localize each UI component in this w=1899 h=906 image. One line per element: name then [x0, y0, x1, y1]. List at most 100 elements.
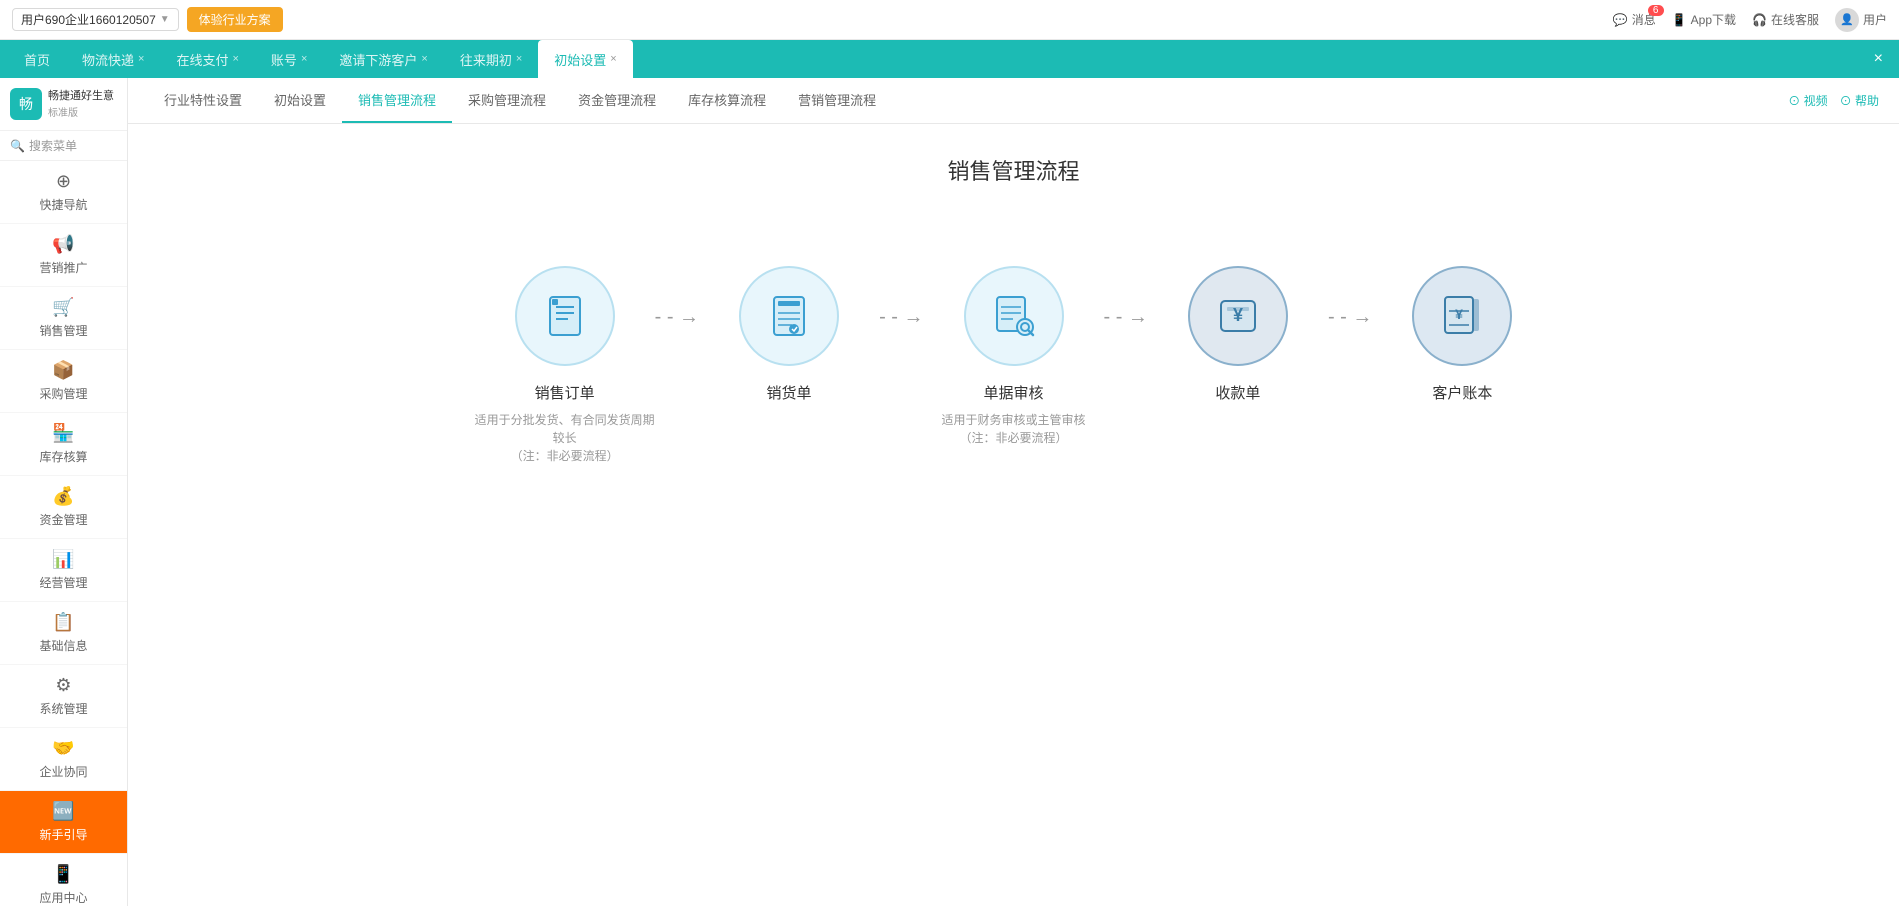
apps-icon: 📱: [52, 864, 74, 885]
account-icon: ¥: [1437, 291, 1487, 341]
flow-name-audit: 单据审核: [983, 382, 1043, 403]
user-profile-item[interactable]: 👤 用户: [1835, 8, 1887, 32]
tab-home-label: 首页: [24, 50, 50, 69]
nav-tabs: 首页 物流快递 × 在线支付 × 账号 × 邀请下游客户 × 往来期初 × 初始…: [0, 40, 1899, 78]
user-selector[interactable]: 用户690企业1660120507 ▼: [12, 8, 179, 31]
sidebar-item-sales[interactable]: 🛒 销售管理: [0, 287, 127, 350]
sidebar-item-label: 经营管理: [39, 574, 87, 591]
sidebar-item-finance[interactable]: 💰 资金管理: [0, 476, 127, 539]
tab-logistics[interactable]: 物流快递 ×: [66, 40, 160, 78]
sidebar-item-marketing[interactable]: 📢 营销推广: [0, 224, 127, 287]
message-icon: 💬: [1613, 13, 1628, 27]
flow-arrow-1: - - →: [655, 266, 699, 329]
enterprise-icon: 🤝: [52, 738, 74, 759]
top-bar: 用户690企业1660120507 ▼ 体验行业方案 💬 消息 6 📱 App下…: [0, 0, 1899, 40]
sidebar-item-guide[interactable]: 🆕 新手引导: [0, 791, 127, 854]
subtab-inventory-flow[interactable]: 库存核算流程: [672, 78, 782, 123]
app-download-item[interactable]: 📱 App下载: [1672, 11, 1736, 28]
message-item[interactable]: 💬 消息 6: [1613, 11, 1656, 28]
finance-icon: 💰: [52, 486, 74, 507]
app-download-label: App下载: [1691, 11, 1736, 28]
video-link[interactable]: ⊙ 视频: [1788, 92, 1827, 109]
tab-setup[interactable]: 初始设置 ×: [538, 40, 632, 78]
search-icon: 🔍: [10, 139, 25, 153]
subtab-actions: ⊙ 视频 ⊙ 帮助: [1788, 92, 1879, 109]
page-content: 销售管理流程 销售订单 适用于分批发货、有合同: [128, 124, 1899, 515]
sub-tabs: 行业特性设置 初始设置 销售管理流程 采购管理流程 资金管理流程 库存核算流程 …: [128, 78, 1899, 124]
tab-payment[interactable]: 在线支付 ×: [160, 40, 254, 78]
subtab-sales-flow[interactable]: 销售管理流程: [342, 78, 452, 123]
guide-icon: 🆕: [52, 801, 74, 822]
basic-icon: 📋: [52, 612, 74, 633]
tab-payment-close[interactable]: ×: [232, 53, 238, 65]
sidebar-logo: 畅 畅捷通好生意 标准版: [0, 78, 127, 131]
sidebar-item-label: 企业协同: [39, 763, 87, 780]
download-icon: 📱: [1672, 13, 1687, 27]
page-title: 销售管理流程: [168, 154, 1859, 186]
sidebar-item-label: 快捷导航: [39, 196, 87, 213]
sidebar-item-label: 营销推广: [39, 259, 87, 276]
flow-arrow-4: - - →: [1328, 266, 1372, 329]
sidebar-search-label: 搜索菜单: [29, 137, 77, 154]
chevron-down-icon: ▼: [160, 14, 170, 25]
sidebar-item-label: 应用中心: [39, 889, 87, 906]
subtab-purchase-flow[interactable]: 采购管理流程: [452, 78, 562, 123]
sidebar-item-label: 新手引导: [39, 826, 87, 843]
user-name-label: 用户: [1863, 11, 1887, 28]
tab-account-close[interactable]: ×: [301, 53, 307, 65]
subtab-finance-flow[interactable]: 资金管理流程: [562, 78, 672, 123]
sidebar-item-label: 基础信息: [39, 637, 87, 654]
close-all-tabs[interactable]: ×: [1866, 50, 1891, 68]
subtab-purchase-flow-label: 采购管理流程: [468, 93, 546, 108]
sidebar-item-purchase[interactable]: 📦 采购管理: [0, 350, 127, 413]
operation-icon: 📊: [52, 549, 74, 570]
tab-home[interactable]: 首页: [8, 40, 66, 78]
sidebar-item-label: 库存核算: [39, 448, 87, 465]
main-layout: 畅 畅捷通好生意 标准版 🔍 搜索菜单 ⊕ 快捷导航 📢 营销推广 🛒 销售管理…: [0, 78, 1899, 906]
flow-desc-order: 适用于分批发货、有合同发货周期较长（注：非必要流程）: [475, 411, 655, 465]
avatar: 👤: [1835, 8, 1859, 32]
inventory-icon: 🏪: [52, 423, 74, 444]
message-badge: 6: [1648, 5, 1664, 16]
sidebar-item-basic[interactable]: 📋 基础信息: [0, 602, 127, 665]
sidebar-item-operation[interactable]: 📊 经营管理: [0, 539, 127, 602]
headset-icon: 🎧: [1752, 13, 1767, 27]
order-icon: [540, 291, 590, 341]
tab-setup-label: 初始设置: [554, 50, 606, 69]
sales-icon: 🛒: [52, 297, 74, 318]
tab-logistics-close[interactable]: ×: [138, 53, 144, 65]
tab-invite[interactable]: 邀请下游客户 ×: [323, 40, 443, 78]
subtab-initial[interactable]: 初始设置: [258, 78, 342, 123]
flow-name-account: 客户账本: [1432, 382, 1492, 403]
flow-item-audit: 单据审核 适用于财务审核或主管审核（注：非必要流程）: [924, 266, 1104, 447]
tab-initial-close[interactable]: ×: [516, 53, 522, 65]
top-bar-left: 用户690企业1660120507 ▼ 体验行业方案: [12, 7, 283, 32]
help-link[interactable]: ⊙ 帮助: [1840, 92, 1879, 109]
tab-setup-close[interactable]: ×: [610, 53, 616, 65]
tab-initial[interactable]: 往来期初 ×: [444, 40, 538, 78]
tab-invite-close[interactable]: ×: [421, 53, 427, 65]
experience-button[interactable]: 体验行业方案: [187, 7, 283, 32]
logo-title: 畅捷通好生意: [48, 89, 114, 103]
sidebar-item-inventory[interactable]: 🏪 库存核算: [0, 413, 127, 476]
sidebar-item-label: 系统管理: [39, 700, 87, 717]
sidebar-item-apps[interactable]: 📱 应用中心: [0, 854, 127, 906]
logo-text-block: 畅捷通好生意 标准版: [48, 89, 114, 118]
sidebar-search[interactable]: 🔍 搜索菜单: [0, 131, 127, 161]
subtab-industry[interactable]: 行业特性设置: [148, 78, 258, 123]
sidebar-item-enterprise[interactable]: 🤝 企业协同: [0, 728, 127, 791]
flow-item-order: 销售订单 适用于分批发货、有合同发货周期较长（注：非必要流程）: [475, 266, 655, 465]
subtab-marketing-flow[interactable]: 营销管理流程: [782, 78, 892, 123]
flow-item-account: ¥ 客户账本: [1372, 266, 1552, 411]
user-selector-text: 用户690企业1660120507: [21, 11, 156, 28]
sidebar: 畅 畅捷通好生意 标准版 🔍 搜索菜单 ⊕ 快捷导航 📢 营销推广 🛒 销售管理…: [0, 78, 128, 906]
content-area: 行业特性设置 初始设置 销售管理流程 采购管理流程 资金管理流程 库存核算流程 …: [128, 78, 1899, 906]
flow-item-payment: ¥ 收款单: [1148, 266, 1328, 411]
online-service-item[interactable]: 🎧 在线客服: [1752, 11, 1819, 28]
sidebar-item-system[interactable]: ⚙ 系统管理: [0, 665, 127, 728]
subtab-inventory-flow-label: 库存核算流程: [688, 93, 766, 108]
delivery-icon: [764, 291, 814, 341]
sidebar-item-quick-nav[interactable]: ⊕ 快捷导航: [0, 161, 127, 224]
flow-name-delivery: 销货单: [767, 382, 812, 403]
tab-account[interactable]: 账号 ×: [255, 40, 323, 78]
